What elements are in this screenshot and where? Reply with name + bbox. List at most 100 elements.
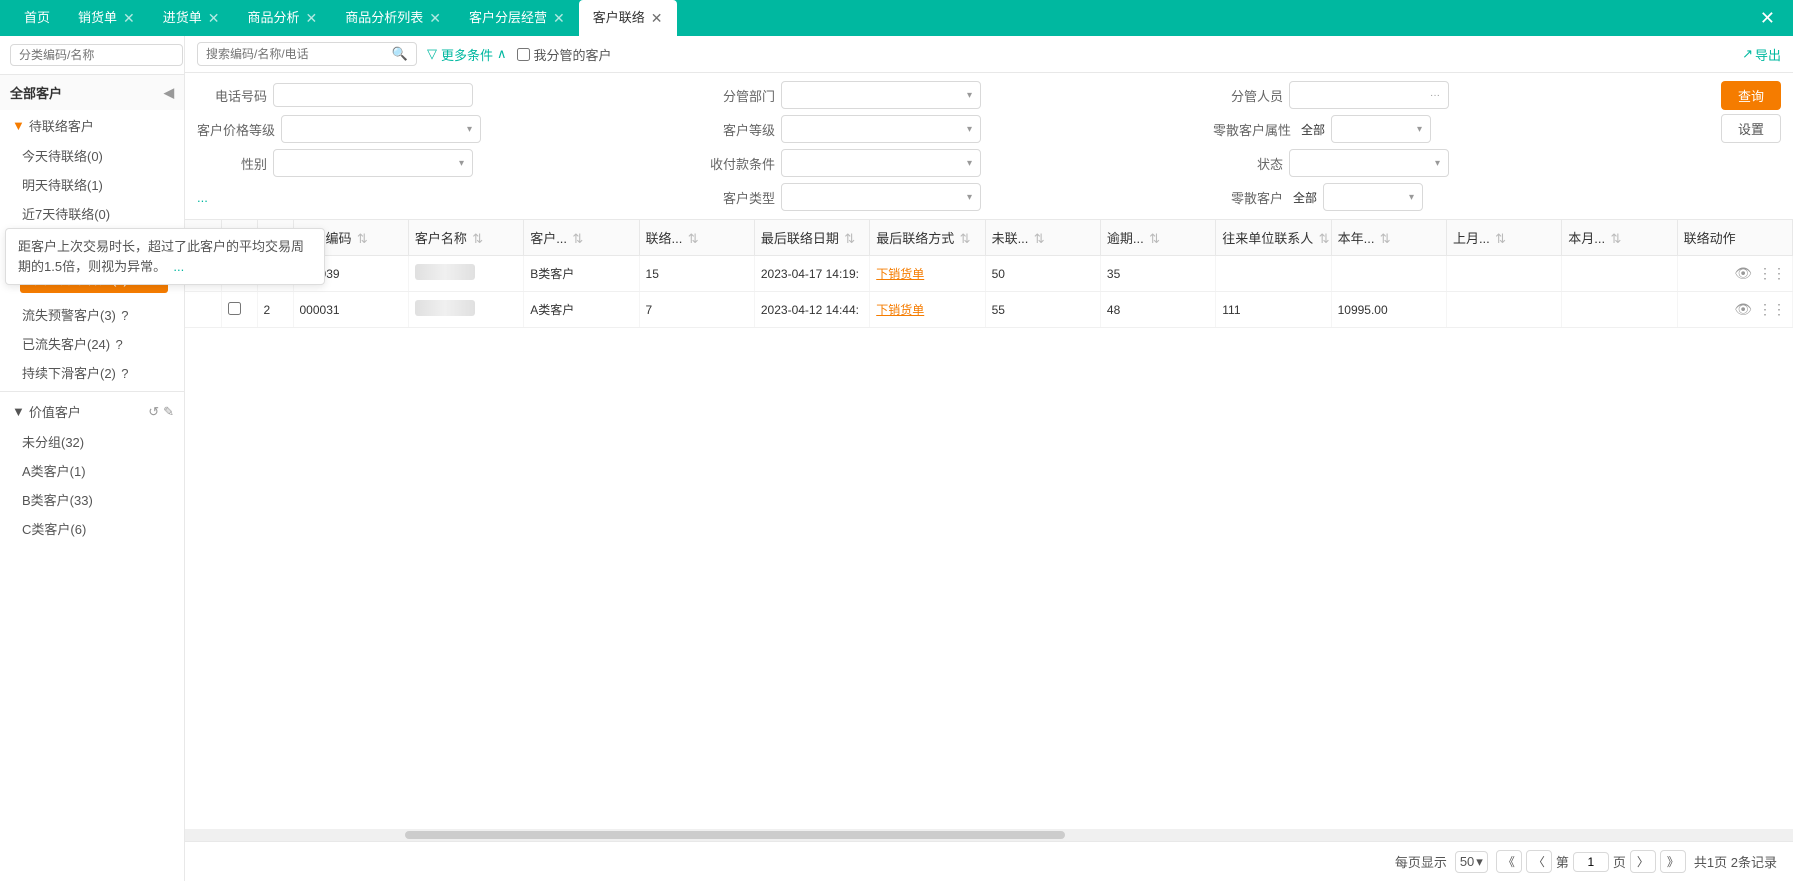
nav-close-sales-order[interactable]: ✕ [123, 0, 135, 36]
sidebar-item-churned[interactable]: 已流失客户(24) ? [0, 329, 184, 358]
filter-payment-select[interactable]: ▾ [781, 149, 981, 177]
filter-phone-input[interactable] [273, 83, 473, 107]
sidebar-item-churn-warning[interactable]: 流失预警客户(3) ? [0, 300, 184, 329]
col-last-month[interactable]: 上月... ⇅ [1446, 220, 1561, 256]
filter-search-icon[interactable]: 🔍 [392, 46, 408, 62]
retail-customer-chevron-icon: ▾ [1409, 192, 1414, 203]
next-page-button[interactable]: 〉 [1630, 850, 1656, 873]
value-customers-edit-icon[interactable]: ✎ [163, 404, 174, 420]
sidebar-all-customers[interactable]: 全部客户 ◀ [0, 75, 184, 110]
horizontal-scrollbar[interactable] [185, 829, 1793, 841]
churned-help-icon[interactable]: ? [115, 337, 122, 352]
settings-button[interactable]: 设置 [1721, 114, 1781, 143]
sidebar-item-tomorrow-pending[interactable]: 明天待联络(1) [0, 170, 184, 199]
nav-close-customer-contact[interactable]: ✕ [651, 0, 663, 36]
filter-gender-field: 性别 ▾ [197, 149, 695, 177]
row2-select-checkbox[interactable] [228, 302, 241, 315]
export-button[interactable]: ↗ 导出 [1742, 45, 1781, 64]
sort-unit-contacts-icon[interactable]: ⇅ [1319, 231, 1330, 246]
sort-last-contact-date-icon[interactable]: ⇅ [844, 231, 855, 246]
filter-dept-select[interactable]: ▾ [781, 81, 981, 109]
row1-last-contact-method[interactable]: 下销货单 [870, 256, 985, 292]
nav-customer-contact[interactable]: 客户联络 ✕ [579, 0, 677, 36]
sidebar-search-input[interactable] [10, 44, 183, 66]
first-page-button[interactable]: 《 [1496, 850, 1522, 873]
col-customer-name[interactable]: 客户名称 ⇅ [408, 220, 523, 256]
col-this-year[interactable]: 本年... ⇅ [1331, 220, 1446, 256]
col-this-month[interactable]: 本月... ⇅ [1562, 220, 1677, 256]
sidebar-item-class-c[interactable]: C类客户(6) [0, 514, 184, 543]
window-close-button[interactable]: ✕ [1752, 8, 1783, 29]
filter-retail-customer-select[interactable]: ▾ [1323, 183, 1423, 211]
sidebar-value-customers-group[interactable]: ▼ 价值客户 ↺ ✎ [0, 396, 184, 427]
tooltip-more-link[interactable]: ... [173, 259, 184, 274]
filter-gender-select[interactable]: ▾ [273, 149, 473, 177]
sort-overdue-icon[interactable]: ⇅ [1149, 231, 1160, 246]
nav-customer-segments[interactable]: 客户分层经营 ✕ [455, 0, 579, 36]
per-page-select[interactable]: 50 ▾ [1455, 851, 1488, 873]
filter-customer-type-select[interactable]: ▾ [781, 183, 981, 211]
nav-close-product-analysis[interactable]: ✕ [306, 0, 318, 36]
col-last-contact-date[interactable]: 最后联络日期 ⇅ [754, 220, 869, 256]
sort-this-month-icon[interactable]: ⇅ [1610, 231, 1621, 246]
col-customer-type[interactable]: 客户... ⇅ [524, 220, 639, 256]
nav-sales-order[interactable]: 销货单 ✕ [64, 0, 149, 36]
filter-person-select[interactable]: ··· [1289, 81, 1449, 109]
sidebar-item-declining[interactable]: 持续下滑客户(2) ? [0, 358, 184, 387]
sidebar-pending-contact-group[interactable]: ▼ 待联络客户 [0, 110, 184, 141]
value-customers-refresh-icon[interactable]: ↺ [148, 404, 159, 420]
sort-last-month-icon[interactable]: ⇅ [1495, 231, 1506, 246]
scrollbar-thumb[interactable] [405, 831, 1065, 839]
filter-my-customers[interactable]: 我分管的客户 [517, 45, 612, 64]
query-button[interactable]: 查询 [1721, 81, 1781, 110]
sidebar-item-7days-pending[interactable]: 近7天待联络(0) [0, 199, 184, 228]
row1-more-icon[interactable]: ⋮⋮ [1758, 265, 1786, 282]
sort-last-contact-method-icon[interactable]: ⇅ [960, 231, 971, 246]
row2-last-contact-method[interactable]: 下销货单 [870, 292, 985, 328]
sort-not-contacted-icon[interactable]: ⇅ [1034, 231, 1045, 246]
row2-customer-code[interactable]: 000031 [293, 292, 408, 328]
nav-product-analysis-list[interactable]: 商品分析列表 ✕ [331, 0, 455, 36]
sidebar-item-class-a[interactable]: A类客户(1) [0, 456, 184, 485]
col-contact-num[interactable]: 联络... ⇅ [639, 220, 754, 256]
sidebar-collapse-icon[interactable]: ◀ [164, 85, 174, 101]
filter-search-input[interactable] [206, 47, 392, 61]
churn-warning-help-icon[interactable]: ? [121, 308, 128, 323]
col-unit-contacts[interactable]: 往来单位联系人 ⇅ [1216, 220, 1331, 256]
nav-purchase-order[interactable]: 进货单 ✕ [149, 0, 234, 36]
nav-close-customer-segments[interactable]: ✕ [553, 0, 565, 36]
dept-chevron-icon: ▾ [967, 90, 972, 101]
col-last-contact-method[interactable]: 最后联络方式 ⇅ [870, 220, 985, 256]
row2-checkbox[interactable] [221, 292, 257, 328]
filter-expand-more[interactable]: ... [197, 190, 208, 205]
sort-customer-type-icon[interactable]: ⇅ [572, 231, 583, 246]
row2-more-icon[interactable]: ⋮⋮ [1758, 301, 1786, 318]
sidebar-item-ungrouped[interactable]: 未分组(32) [0, 427, 184, 456]
declining-help-icon[interactable]: ? [121, 366, 128, 381]
row2-this-year: 10995.00 [1331, 292, 1446, 328]
page-number-input[interactable] [1573, 852, 1609, 872]
filter-price-level-select[interactable]: ▾ [281, 115, 481, 143]
sort-customer-name-icon[interactable]: ⇅ [472, 231, 483, 246]
row2-view-icon[interactable]: 👁 [1734, 301, 1752, 318]
my-customers-checkbox[interactable] [517, 48, 530, 61]
sort-contact-num-icon[interactable]: ⇅ [688, 231, 699, 246]
col-not-contacted[interactable]: 未联... ⇅ [985, 220, 1100, 256]
sidebar-item-class-b[interactable]: B类客户(33) [0, 485, 184, 514]
nav-close-purchase-order[interactable]: ✕ [208, 0, 220, 36]
filter-more-conditions[interactable]: ▽ 更多条件 ∧ [427, 45, 507, 64]
filter-status-select[interactable]: ▾ [1289, 149, 1449, 177]
sidebar-item-today-pending[interactable]: 今天待联络(0) [0, 141, 184, 170]
filter-retail-attr-select[interactable]: ▾ [1331, 115, 1431, 143]
sort-customer-code-icon[interactable]: ⇅ [357, 231, 368, 246]
filter-customer-level-select[interactable]: ▾ [781, 115, 981, 143]
nav-product-analysis[interactable]: 商品分析 ✕ [234, 0, 332, 36]
nav-home[interactable]: 首页 [10, 0, 64, 36]
col-overdue[interactable]: 逾期... ⇅ [1100, 220, 1215, 256]
sort-this-year-icon[interactable]: ⇅ [1380, 231, 1391, 246]
nav-close-product-analysis-list[interactable]: ✕ [429, 0, 441, 36]
last-page-button[interactable]: 》 [1660, 850, 1686, 873]
filter-more-field: ... [197, 190, 695, 205]
prev-page-button[interactable]: 〈 [1526, 850, 1552, 873]
row1-view-icon[interactable]: 👁 [1734, 265, 1752, 282]
